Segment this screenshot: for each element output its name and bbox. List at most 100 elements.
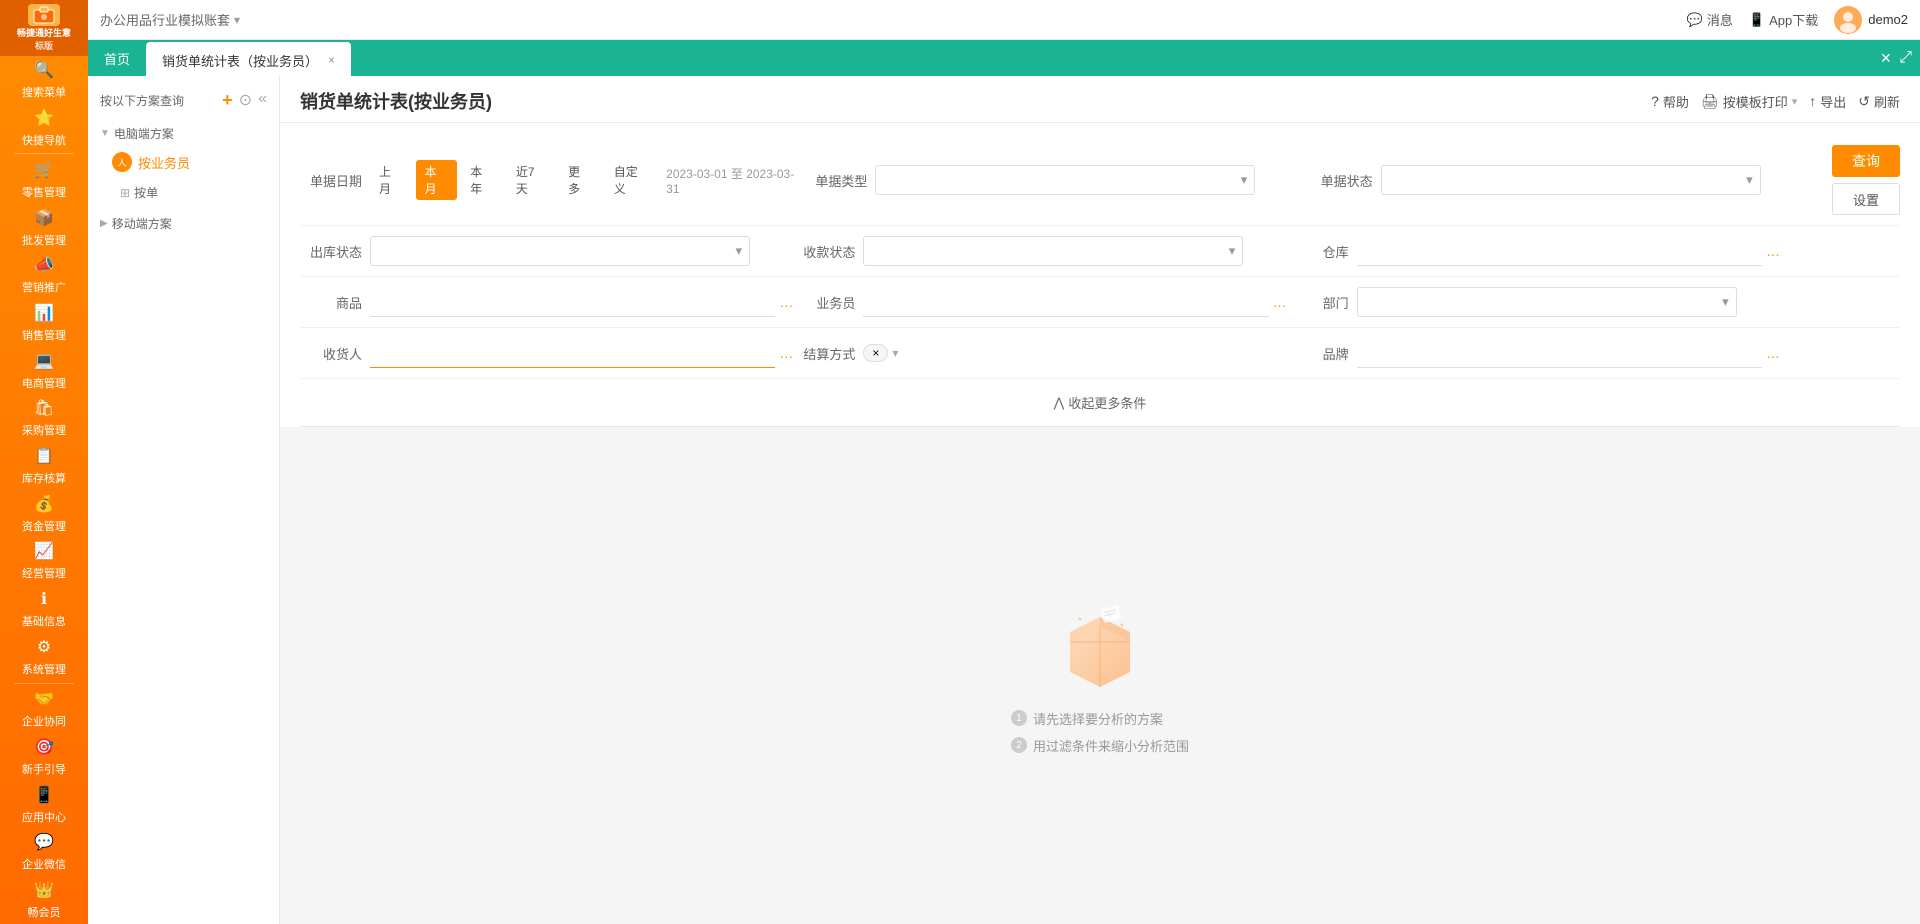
date-btn-more[interactable]: 更多 bbox=[559, 160, 601, 200]
query-button[interactable]: 查询 bbox=[1832, 145, 1900, 177]
payment-dropdown-icon[interactable]: ▾ bbox=[892, 346, 898, 360]
filter-salesperson-group: 业务员 … bbox=[793, 287, 1286, 317]
sidebar-item-basic[interactable]: ℹ 基础信息 bbox=[0, 585, 88, 633]
scheme-dot-icon: 人 bbox=[117, 156, 126, 169]
date-btn-custom[interactable]: 自定义 bbox=[605, 160, 658, 200]
collapse-button[interactable]: ⋀ 收起更多条件 bbox=[1054, 387, 1147, 418]
mobile-scheme-arrow[interactable]: ▶ bbox=[100, 218, 108, 229]
username-label: demo2 bbox=[1868, 12, 1908, 27]
sidebar-item-weixin[interactable]: 💬 企业微信 bbox=[0, 829, 88, 877]
sidebar-item-sales[interactable]: 📊 销售管理 bbox=[0, 299, 88, 347]
sidebar: 畅捷通好生意 标版 🔍 搜索菜单 ⭐ 快捷导航 🛒 零售管理 📦 批发管理 📣 … bbox=[0, 0, 88, 924]
sidebar-item-quick-nav[interactable]: ⭐ 快捷导航 bbox=[0, 104, 88, 152]
recipient-dots[interactable]: … bbox=[779, 345, 793, 361]
sidebar-item-search[interactable]: 🔍 搜索菜单 bbox=[0, 56, 88, 104]
user-area[interactable]: demo2 bbox=[1834, 6, 1908, 34]
help-label: 帮助 bbox=[1663, 92, 1689, 111]
sidebar-item-wholesale[interactable]: 📦 批发管理 bbox=[0, 204, 88, 252]
avatar bbox=[1834, 6, 1862, 34]
goods-input[interactable] bbox=[370, 287, 775, 317]
export-button[interactable]: ↑ 导出 bbox=[1809, 92, 1846, 111]
message-button[interactable]: 💬 消息 bbox=[1687, 10, 1733, 29]
enterprise-icon: 🤝 bbox=[34, 689, 54, 709]
scheme-sub-item[interactable]: ⊞ 按单 bbox=[88, 178, 279, 207]
pc-scheme-section: ▼ 电脑端方案 人 按业务员 ⊞ 按单 bbox=[88, 121, 279, 207]
doctype-select[interactable] bbox=[875, 165, 1255, 195]
filter-row-2: 出库状态 收款状态 bbox=[300, 226, 1900, 277]
sidebar-item-system[interactable]: ⚙ 系统管理 bbox=[0, 633, 88, 681]
member-icon: 👑 bbox=[34, 880, 54, 900]
help-button[interactable]: ? 帮助 bbox=[1651, 92, 1689, 111]
sidebar-item-enterprise[interactable]: 🤝 企业协同 bbox=[0, 686, 88, 734]
scheme-query-label: 按以下方案查询 bbox=[100, 92, 184, 109]
refresh-button[interactable]: ↺ 刷新 bbox=[1858, 92, 1900, 111]
sidebar-item-inventory[interactable]: 📋 库存核算 bbox=[0, 442, 88, 490]
sidebar-item-finance[interactable]: 💰 资金管理 bbox=[0, 490, 88, 538]
tab-home[interactable]: 首页 bbox=[88, 40, 146, 76]
date-btn-this-month[interactable]: 本月 bbox=[416, 160, 458, 200]
brand-input[interactable] bbox=[1357, 338, 1762, 368]
mobile-scheme-label: ▶ 移动端方案 bbox=[88, 211, 279, 236]
tip-2-num: 2 bbox=[1011, 737, 1027, 753]
warehouse-input-wrapper: … bbox=[1357, 236, 1780, 266]
message-icon: 💬 bbox=[1687, 12, 1703, 28]
settings-button[interactable]: 设置 bbox=[1832, 183, 1900, 215]
refresh-scheme-icon[interactable]: ⊙ bbox=[239, 90, 252, 111]
main-area: 办公用品行业模拟账套 ▾ 💬 消息 📱 App下载 de bbox=[88, 0, 1920, 924]
scheme-sub-label: 按单 bbox=[134, 184, 158, 201]
date-btn-7days[interactable]: 近7天 bbox=[507, 160, 555, 200]
sidebar-item-appcenter[interactable]: 📱 应用中心 bbox=[0, 781, 88, 829]
add-scheme-icon[interactable]: + bbox=[222, 90, 233, 111]
empty-illustration bbox=[1050, 597, 1150, 697]
appcenter-icon: 📱 bbox=[34, 785, 54, 805]
sidebar-item-label: 快捷导航 bbox=[22, 132, 66, 148]
print-button[interactable]: 🖨 按模板打印 ▾ bbox=[1701, 92, 1797, 111]
salesperson-label: 业务员 bbox=[793, 293, 863, 312]
empty-tip-1: 1 请先选择要分析的方案 bbox=[1011, 709, 1189, 728]
sidebar-item-marketing[interactable]: 📣 营销推广 bbox=[0, 252, 88, 300]
date-btn-last-month[interactable]: 上月 bbox=[370, 160, 412, 200]
sidebar-item-label: 采购管理 bbox=[22, 422, 66, 438]
sidebar-item-operation[interactable]: 📈 经营管理 bbox=[0, 538, 88, 586]
recipient-label: 收货人 bbox=[300, 344, 370, 363]
brand-input-wrapper: … bbox=[1357, 338, 1780, 368]
brand-dots[interactable]: … bbox=[1766, 345, 1780, 361]
sidebar-item-retail[interactable]: 🛒 零售管理 bbox=[0, 156, 88, 204]
sales-icon: 📊 bbox=[34, 303, 54, 323]
sidebar-item-newuser[interactable]: 🎯 新手引导 bbox=[0, 733, 88, 781]
sidebar-item-label: 系统管理 bbox=[22, 661, 66, 677]
app-download-button[interactable]: 📱 App下载 bbox=[1749, 10, 1818, 29]
scheme-item-salesperson[interactable]: 人 按业务员 bbox=[88, 146, 279, 178]
breadcrumb: 办公用品行业模拟账套 ▾ bbox=[100, 10, 1679, 29]
pc-scheme-arrow[interactable]: ▼ bbox=[100, 128, 110, 139]
date-controls: 上月 本月 本年 近7天 更多 自定义 2023-03-01 至 2023-03… bbox=[370, 160, 805, 200]
breadcrumb-dropdown-icon[interactable]: ▾ bbox=[234, 13, 240, 27]
print-dropdown-icon[interactable]: ▾ bbox=[1792, 95, 1798, 108]
sidebar-item-ecommerce[interactable]: 💻 电商管理 bbox=[0, 347, 88, 395]
top-bar-right: 💬 消息 📱 App下载 demo2 bbox=[1687, 6, 1908, 34]
date-btn-this-year[interactable]: 本年 bbox=[461, 160, 503, 200]
filter-doctype-group: 单据类型 bbox=[805, 165, 1310, 195]
maximize-icon[interactable]: ⤢ bbox=[1899, 49, 1912, 67]
goods-dots[interactable]: … bbox=[779, 294, 793, 310]
outbound-select[interactable] bbox=[370, 236, 750, 266]
tab-close-icon[interactable]: × bbox=[328, 53, 335, 67]
tab-active[interactable]: 销货单统计表（按业务员） × bbox=[146, 42, 351, 78]
tab-close-window-icon[interactable]: × bbox=[1881, 48, 1892, 69]
warehouse-dots[interactable]: … bbox=[1766, 243, 1780, 259]
active-tab-label: 销货单统计表（按业务员） bbox=[162, 51, 318, 70]
sidebar-item-label: 零售管理 bbox=[22, 184, 66, 200]
payment-tag-close[interactable]: × bbox=[872, 346, 879, 360]
collect-select[interactable] bbox=[863, 236, 1243, 266]
salesperson-dots[interactable]: … bbox=[1273, 294, 1287, 310]
dept-select[interactable] bbox=[1357, 287, 1737, 317]
docstatus-select[interactable] bbox=[1381, 165, 1761, 195]
sidebar-item-purchase[interactable]: 🛍 采购管理 bbox=[0, 395, 88, 443]
warehouse-input[interactable] bbox=[1357, 236, 1762, 266]
salesperson-input[interactable] bbox=[863, 287, 1268, 317]
sidebar-item-member[interactable]: 👑 畅会员 bbox=[0, 876, 88, 924]
recipient-input[interactable] bbox=[370, 338, 775, 368]
right-panel: 销货单统计表(按业务员) ? 帮助 🖨 按模板打印 ▾ ↑ 导出 bbox=[280, 76, 1920, 924]
tip-1-num: 1 bbox=[1011, 710, 1027, 726]
collapse-panel-icon[interactable]: « bbox=[258, 90, 267, 111]
